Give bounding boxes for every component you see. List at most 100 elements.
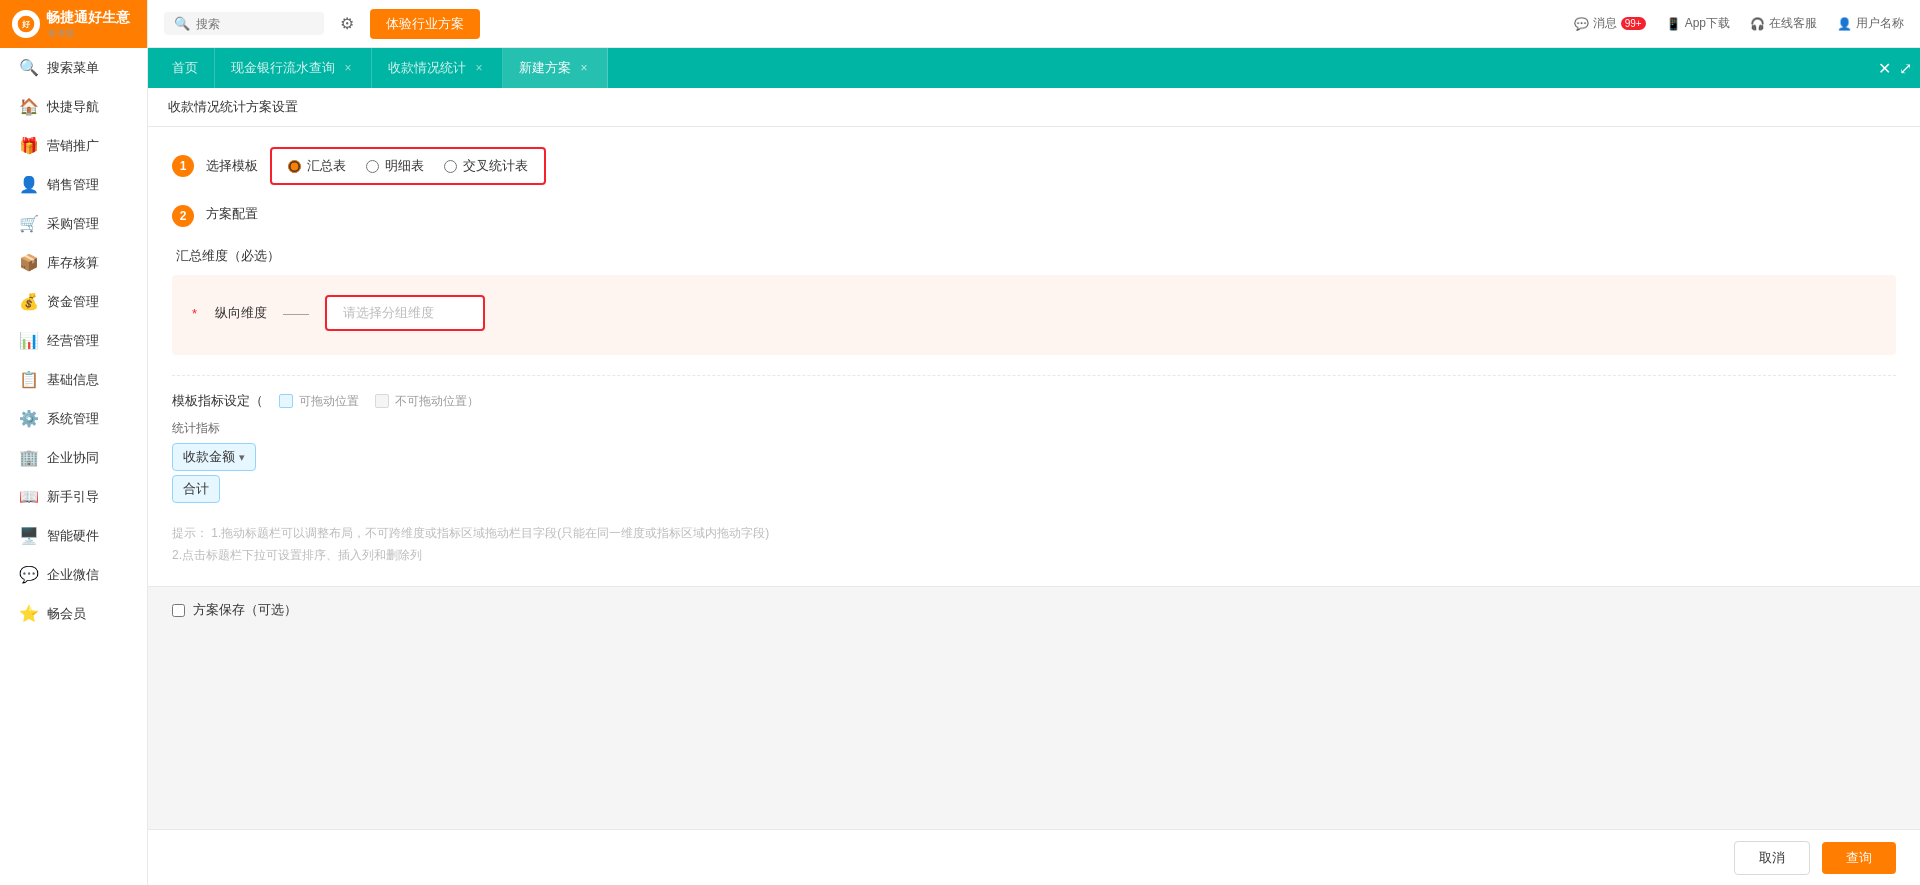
sidebar-item-basic-info[interactable]: 📋 基础信息 bbox=[0, 360, 147, 399]
breadcrumb: 收款情况统计方案设置 bbox=[168, 99, 298, 114]
sidebar-item-label: 畅会员 bbox=[47, 605, 86, 623]
sidebar-item-sys-mgmt[interactable]: ⚙️ 系统管理 bbox=[0, 399, 147, 438]
service-label: 在线客服 bbox=[1769, 15, 1817, 32]
inventory-icon: 📦 bbox=[19, 253, 39, 272]
user-avatar: 👤 bbox=[1837, 17, 1852, 31]
sales-icon: 👤 bbox=[19, 175, 39, 194]
main-area: 🔍 ⚙ 体验行业方案 💬 消息 99+ 📱 App下载 🎧 在线客服 👤 bbox=[148, 0, 1920, 885]
radio-detail-input[interactable] bbox=[366, 160, 379, 173]
sidebar-item-wechat[interactable]: 💬 企业微信 bbox=[0, 555, 147, 594]
sidebar-item-member[interactable]: ⭐ 畅会员 bbox=[0, 594, 147, 633]
tab-bar: 首页 现金银行流水查询 × 收款情况统计 × 新建方案 × ✕ ⤢ bbox=[148, 48, 1920, 88]
dimension-row: * 纵向维度 —— 请选择分组维度 bbox=[192, 295, 1876, 331]
logo-badge: 标准版 bbox=[46, 27, 130, 40]
topbar: 🔍 ⚙ 体验行业方案 💬 消息 99+ 📱 App下载 🎧 在线客服 👤 bbox=[148, 0, 1920, 48]
download-button[interactable]: 📱 App下载 bbox=[1666, 15, 1730, 32]
sidebar-item-smart-hw[interactable]: 🖥️ 智能硬件 bbox=[0, 516, 147, 555]
query-button[interactable]: 查询 bbox=[1822, 842, 1896, 874]
step1-title: 选择模板 bbox=[206, 157, 258, 175]
topbar-search-box[interactable]: 🔍 bbox=[164, 12, 324, 35]
metrics-header-label: 模板指标设定（ bbox=[172, 392, 263, 410]
newbie-icon: 📖 bbox=[19, 487, 39, 506]
metrics-hints: 可拖动位置 不可拖动位置） bbox=[279, 393, 479, 410]
sidebar-item-sales[interactable]: 👤 销售管理 bbox=[0, 165, 147, 204]
user-info[interactable]: 👤 用户名称 bbox=[1837, 15, 1904, 32]
metrics-header: 模板指标设定（ 可拖动位置 不可拖动位置） bbox=[172, 392, 1896, 410]
sidebar-item-label: 采购管理 bbox=[47, 215, 99, 233]
maximize-window-icon[interactable]: ⤢ bbox=[1899, 59, 1912, 78]
topbar-left: 🔍 ⚙ 体验行业方案 bbox=[164, 9, 480, 39]
metrics-tag-label: 收款金额 bbox=[183, 448, 235, 466]
sidebar-item-label: 营销推广 bbox=[47, 137, 99, 155]
sidebar-item-enterprise[interactable]: 🏢 企业协同 bbox=[0, 438, 147, 477]
radio-summary[interactable]: 汇总表 bbox=[288, 157, 346, 175]
quick-nav-icon: 🏠 bbox=[19, 97, 39, 116]
tab-collect-stat-close[interactable]: × bbox=[472, 61, 486, 75]
metrics-tag-amount[interactable]: 收款金额 ▾ bbox=[172, 443, 256, 471]
sidebar-item-label: 企业微信 bbox=[47, 566, 99, 584]
vertical-dimension-label: 纵向维度 bbox=[215, 304, 267, 322]
sidebar-item-capital[interactable]: 💰 资金管理 bbox=[0, 282, 147, 321]
sidebar-item-marketing[interactable]: 🎁 营销推广 bbox=[0, 126, 147, 165]
search-menu-icon: 🔍 bbox=[19, 58, 39, 77]
sidebar-item-search-menu[interactable]: 🔍 搜索菜单 bbox=[0, 48, 147, 87]
dimension-label: 汇总维度（必选） bbox=[172, 247, 1896, 265]
hint-draggable: 可拖动位置 bbox=[279, 393, 359, 410]
sidebar-item-label: 智能硬件 bbox=[47, 527, 99, 545]
sidebar-item-newbie[interactable]: 📖 新手引导 bbox=[0, 477, 147, 516]
sidebar-item-operations[interactable]: 📊 经营管理 bbox=[0, 321, 147, 360]
subtotal-tag: 合计 bbox=[172, 475, 220, 503]
required-star: * bbox=[192, 306, 197, 321]
tab-collect-stat[interactable]: 收款情况统计 × bbox=[372, 48, 503, 88]
tips-line2: 2.点击标题栏下拉可设置排序、插入列和删除列 bbox=[172, 545, 1896, 567]
page-header: 收款情况统计方案设置 bbox=[148, 88, 1920, 127]
sys-icon: ⚙️ bbox=[19, 409, 39, 428]
sidebar-item-label: 资金管理 bbox=[47, 293, 99, 311]
radio-cross[interactable]: 交叉统计表 bbox=[444, 157, 528, 175]
metrics-grid: 统计指标 收款金额 ▾ 合计 bbox=[172, 420, 1896, 503]
close-window-icon[interactable]: ✕ bbox=[1878, 59, 1891, 78]
cancel-button[interactable]: 取消 bbox=[1734, 841, 1810, 875]
trial-industry-button[interactable]: 体验行业方案 bbox=[370, 9, 480, 39]
sidebar-logo: 好 畅捷通好生意 标准版 bbox=[0, 0, 147, 48]
message-label: 消息 bbox=[1593, 15, 1617, 32]
save-checkbox[interactable] bbox=[172, 604, 185, 617]
settings-icon[interactable]: ⚙ bbox=[340, 14, 354, 33]
capital-icon: 💰 bbox=[19, 292, 39, 311]
sidebar-item-label: 经营管理 bbox=[47, 332, 99, 350]
tab-bank-flow[interactable]: 现金银行流水查询 × bbox=[215, 48, 372, 88]
sidebar-item-label: 新手引导 bbox=[47, 488, 99, 506]
tab-bank-flow-close[interactable]: × bbox=[341, 61, 355, 75]
message-badge: 99+ bbox=[1621, 17, 1646, 30]
sidebar-item-purchase[interactable]: 🛒 采购管理 bbox=[0, 204, 147, 243]
tab-new-plan[interactable]: 新建方案 × bbox=[503, 48, 608, 88]
step2-row: 2 方案配置 bbox=[172, 205, 1896, 227]
draggable-box bbox=[279, 394, 293, 408]
radio-detail[interactable]: 明细表 bbox=[366, 157, 424, 175]
message-button[interactable]: 💬 消息 99+ bbox=[1574, 15, 1646, 32]
sidebar-item-label: 企业协同 bbox=[47, 449, 99, 467]
step2-title: 方案配置 bbox=[206, 205, 258, 223]
search-input[interactable] bbox=[196, 17, 316, 31]
operations-icon: 📊 bbox=[19, 331, 39, 350]
user-name: 用户名称 bbox=[1856, 15, 1904, 32]
sidebar-item-label: 搜索菜单 bbox=[47, 59, 99, 77]
tab-home[interactable]: 首页 bbox=[156, 48, 215, 88]
sidebar-item-inventory[interactable]: 📦 库存核算 bbox=[0, 243, 147, 282]
logo-icon: 好 bbox=[12, 10, 40, 38]
tabs-window-controls: ✕ ⤢ bbox=[1878, 59, 1912, 78]
download-label: App下载 bbox=[1685, 15, 1730, 32]
message-icon: 💬 bbox=[1574, 17, 1589, 31]
radio-cross-input[interactable] bbox=[444, 160, 457, 173]
tab-new-plan-close[interactable]: × bbox=[577, 61, 591, 75]
smart-hw-icon: 🖥️ bbox=[19, 526, 39, 545]
sidebar-item-label: 销售管理 bbox=[47, 176, 99, 194]
form-section: 1 选择模板 汇总表 明细表 交叉统计表 bbox=[148, 127, 1920, 586]
service-button[interactable]: 🎧 在线客服 bbox=[1750, 15, 1817, 32]
dimension-selector[interactable]: 请选择分组维度 bbox=[325, 295, 485, 331]
purchase-icon: 🛒 bbox=[19, 214, 39, 233]
sidebar: 好 畅捷通好生意 标准版 🔍 搜索菜单 🏠 快捷导航 🎁 营销推广 👤 销售管理… bbox=[0, 0, 148, 885]
radio-summary-input[interactable] bbox=[288, 160, 301, 173]
search-icon: 🔍 bbox=[174, 16, 190, 31]
sidebar-item-quick-nav[interactable]: 🏠 快捷导航 bbox=[0, 87, 147, 126]
